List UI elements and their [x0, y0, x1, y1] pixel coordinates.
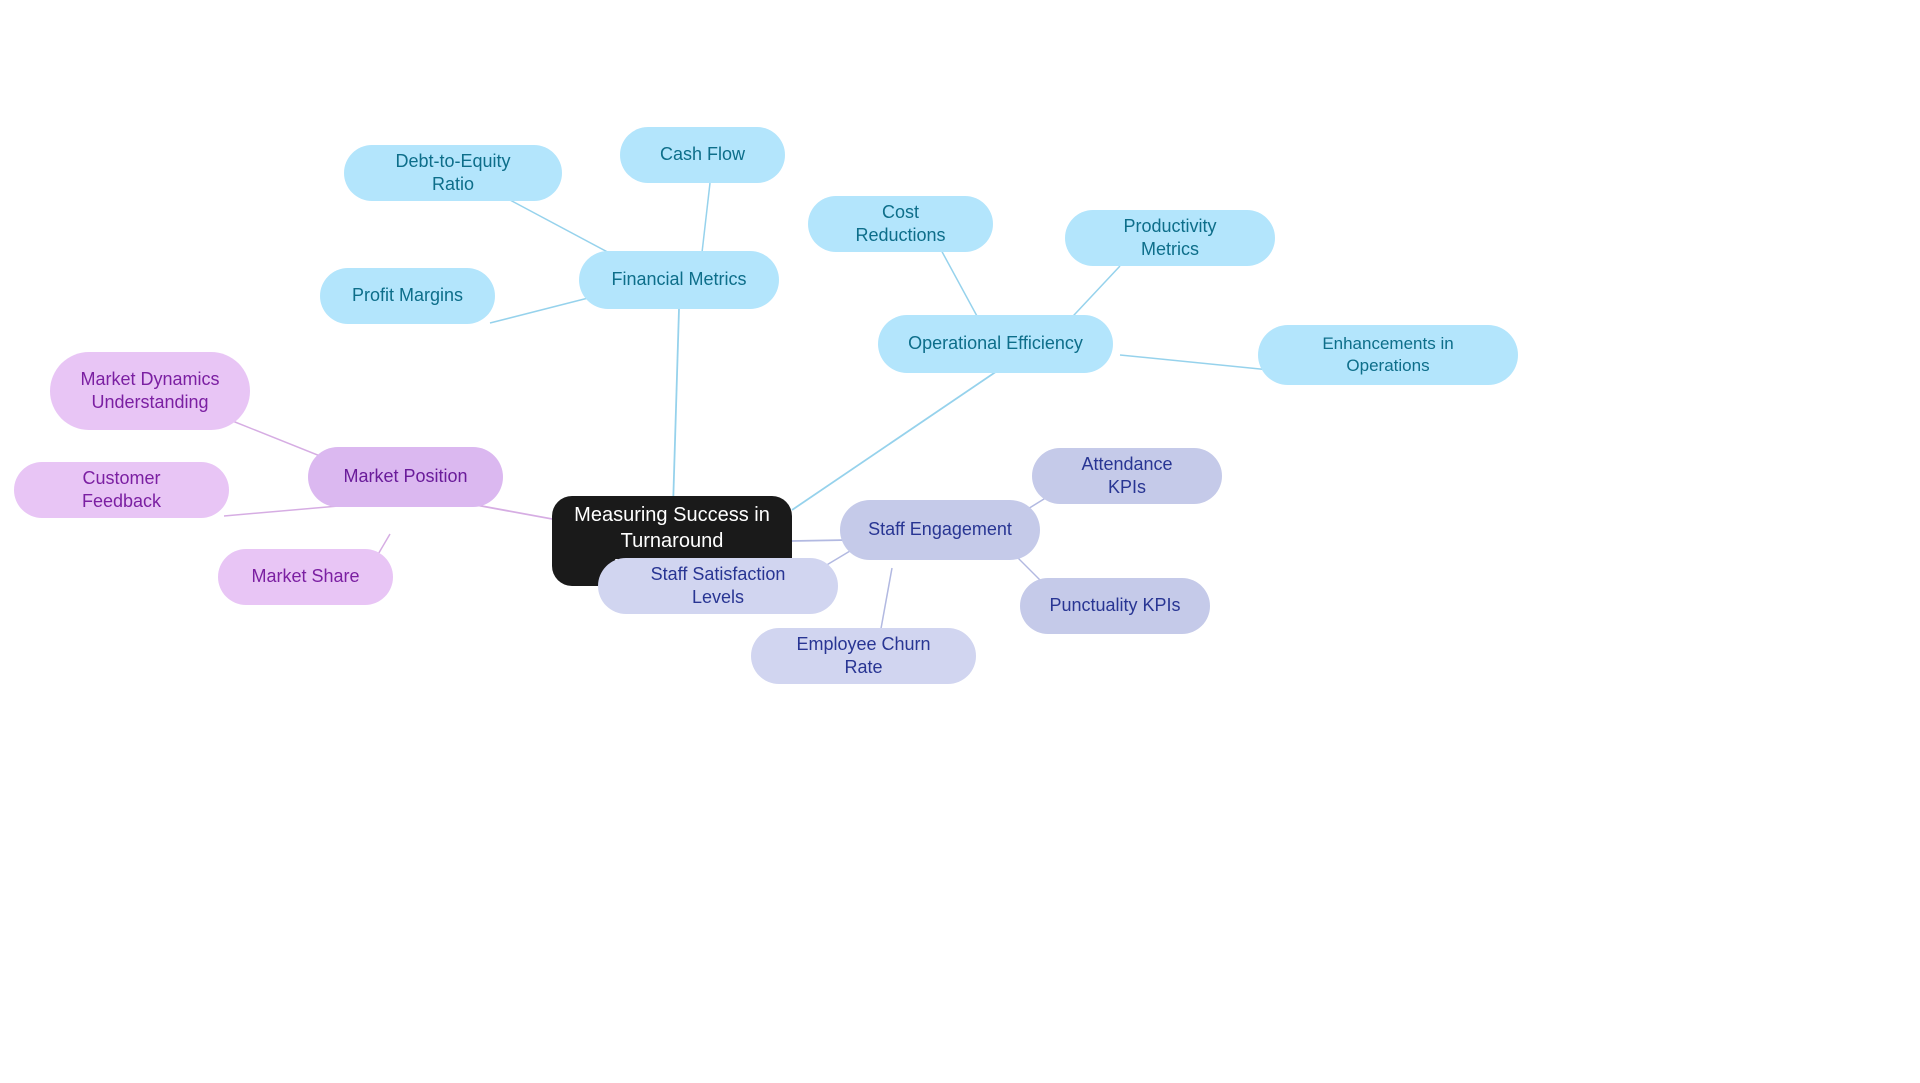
operational-efficiency-node: Operational Efficiency	[878, 315, 1113, 373]
market-position-node: Market Position	[308, 447, 503, 507]
cash-flow-node: Cash Flow	[620, 127, 785, 183]
financial-metrics-node: Financial Metrics	[579, 251, 779, 309]
profit-margins-node: Profit Margins	[320, 268, 495, 324]
enhancements-node: Enhancements in Operations	[1258, 325, 1518, 385]
customer-feedback-node: Customer Feedback	[14, 462, 229, 518]
productivity-metrics-node: Productivity Metrics	[1065, 210, 1275, 266]
punctuality-kpis-node: Punctuality KPIs	[1020, 578, 1210, 634]
market-share-node: Market Share	[218, 549, 393, 605]
market-dynamics-node: Market Dynamics Understanding	[50, 352, 250, 430]
staff-satisfaction-node: Staff Satisfaction Levels	[598, 558, 838, 614]
debt-equity-node: Debt-to-Equity Ratio	[344, 145, 562, 201]
cost-reductions-node: Cost Reductions	[808, 196, 993, 252]
employee-churn-node: Employee Churn Rate	[751, 628, 976, 684]
attendance-kpis-node: Attendance KPIs	[1032, 448, 1222, 504]
staff-engagement-node: Staff Engagement	[840, 500, 1040, 560]
